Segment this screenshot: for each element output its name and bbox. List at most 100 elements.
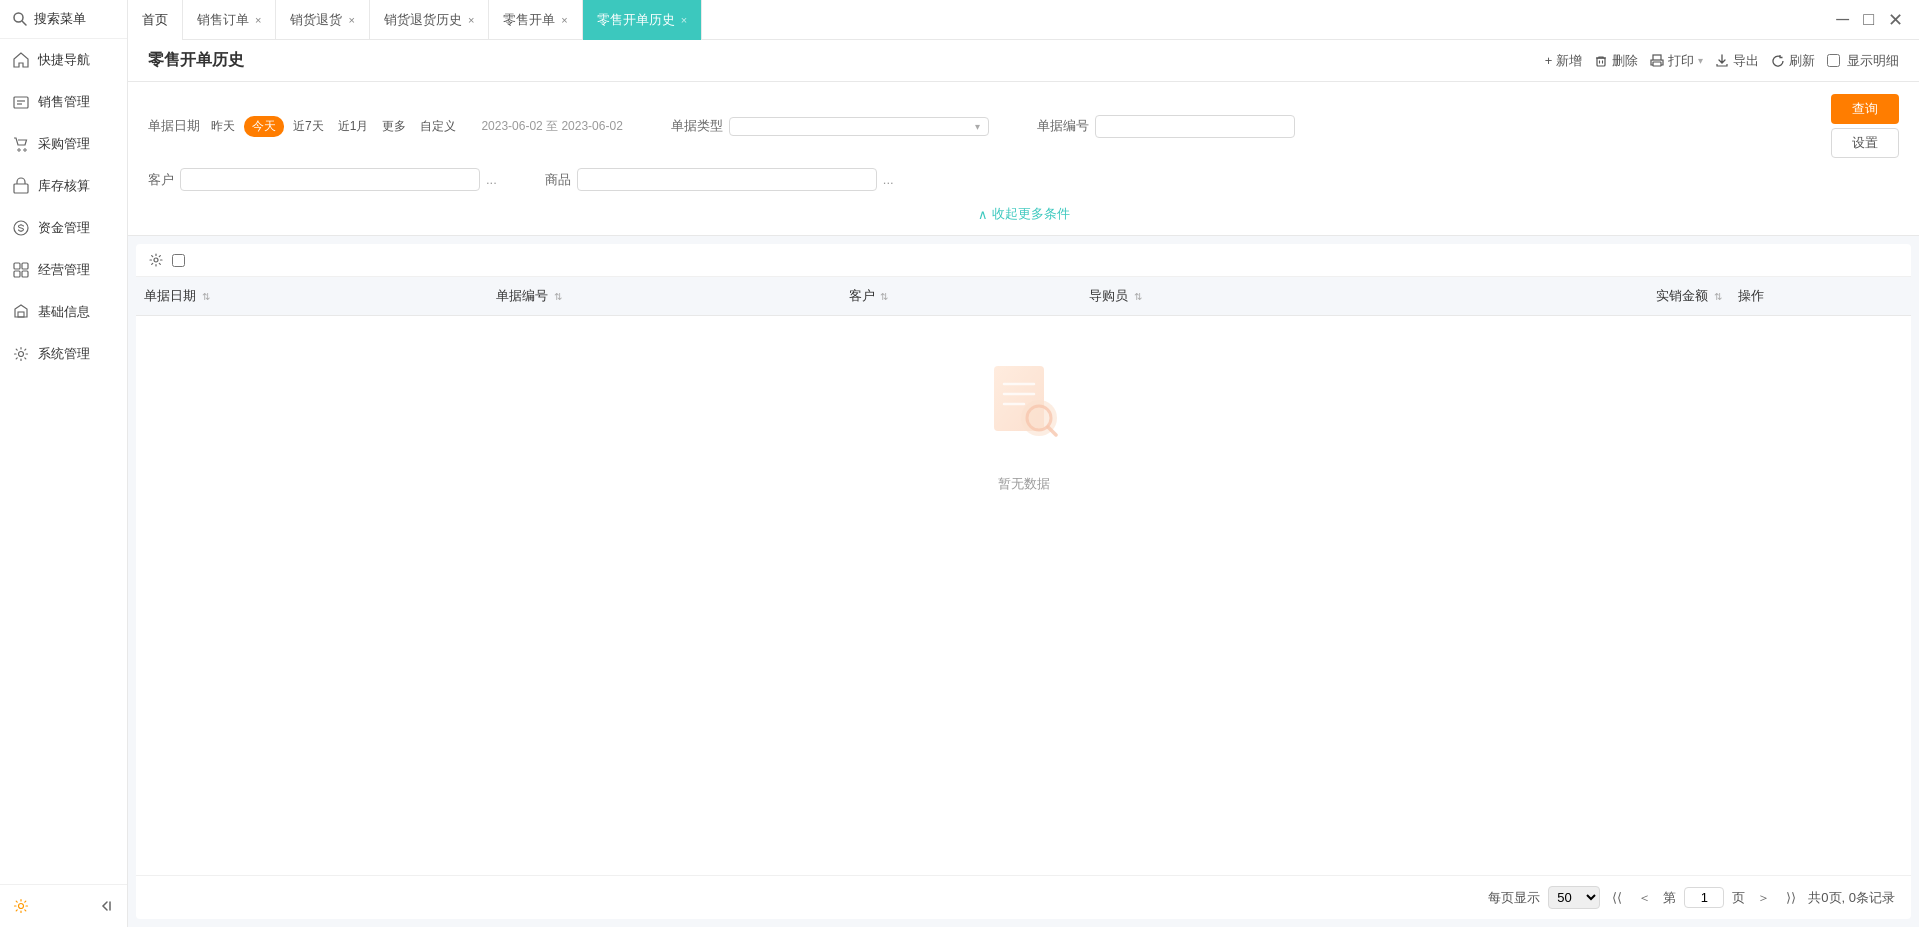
date-7days[interactable]: 近7天 — [288, 116, 329, 137]
select-all-checkbox[interactable] — [172, 254, 185, 267]
col-date-sort[interactable]: ⇅ — [202, 291, 210, 302]
print-button[interactable]: 打印 ▾ — [1650, 52, 1703, 70]
page-header: 零售开单历史 + 新增 删除 — [128, 40, 1919, 82]
first-page-btn[interactable]: ⟨⟨ — [1608, 888, 1626, 907]
inventory-icon — [12, 177, 30, 195]
page-label: 第 — [1663, 889, 1676, 907]
setting-button[interactable]: 设置 — [1831, 128, 1899, 158]
col-amount-label: 实销金额 — [1656, 288, 1708, 303]
minimize-button[interactable]: ─ — [1830, 9, 1855, 30]
page-actions: + 新增 删除 — [1545, 52, 1899, 70]
table-area: 单据日期 ⇅ 单据编号 ⇅ 客户 ⇅ — [136, 244, 1911, 919]
tab-sales-return[interactable]: 销货退货 × — [276, 0, 369, 40]
tab-retail-history[interactable]: 零售开单历史 × — [583, 0, 702, 40]
query-button[interactable]: 查询 — [1831, 94, 1899, 124]
tab-sales-return-close[interactable]: × — [348, 14, 354, 26]
tab-retail-history-close[interactable]: × — [681, 14, 687, 26]
date-options-group: 昨天 今天 近7天 近1月 更多 自定义 — [206, 116, 461, 137]
sidebar-search[interactable]: 搜索菜单 — [0, 0, 127, 39]
sidebar-label-sales: 销售管理 — [38, 93, 90, 111]
col-salesperson-sort[interactable]: ⇅ — [1134, 291, 1142, 302]
sidebar-item-quick-nav[interactable]: 快捷导航 — [0, 39, 127, 81]
collapse-sidebar-icon[interactable] — [97, 897, 115, 915]
type-filter-select[interactable]: ▾ — [729, 117, 989, 136]
type-filter-label: 单据类型 — [671, 117, 723, 135]
tab-sales-return-history[interactable]: 销货退货历史 × — [370, 0, 489, 40]
tab-retail-open[interactable]: 零售开单 × — [489, 0, 582, 40]
svg-rect-17 — [1597, 58, 1605, 66]
print-icon — [1650, 54, 1664, 68]
date-filter-label: 单据日期 — [148, 117, 200, 135]
refresh-button[interactable]: 刷新 — [1771, 52, 1815, 70]
delete-button[interactable]: 删除 — [1594, 52, 1638, 70]
maximize-button[interactable]: □ — [1857, 9, 1880, 30]
last-page-btn[interactable]: ⟩⟩ — [1782, 888, 1800, 907]
table-config-icon[interactable] — [148, 252, 164, 268]
tab-sales-order-close[interactable]: × — [255, 14, 261, 26]
sidebar-item-finance[interactable]: 资金管理 — [0, 207, 127, 249]
total-info: 共0页, 0条记录 — [1808, 889, 1895, 907]
goods-filter-field: 商品 ... — [545, 168, 894, 191]
svg-point-14 — [19, 352, 24, 357]
type-filter-field: 单据类型 ▾ — [671, 117, 989, 136]
table-header: 单据日期 ⇅ 单据编号 ⇅ 客户 ⇅ — [136, 277, 1911, 316]
empty-text: 暂无数据 — [998, 475, 1050, 493]
date-today[interactable]: 今天 — [244, 116, 284, 137]
tab-sales-return-label: 销货退货 — [290, 11, 342, 29]
col-number-sort[interactable]: ⇅ — [554, 291, 562, 302]
collapse-filter-btn[interactable]: ∧ 收起更多条件 — [148, 201, 1899, 227]
sidebar-item-operations[interactable]: 经营管理 — [0, 249, 127, 291]
goods-filter-dots[interactable]: ... — [883, 172, 894, 187]
goods-filter-input[interactable] — [577, 168, 877, 191]
sidebar-item-system[interactable]: 系统管理 — [0, 333, 127, 375]
type-dropdown-icon: ▾ — [975, 121, 980, 132]
sidebar-item-purchase[interactable]: 采购管理 — [0, 123, 127, 165]
settings-icon[interactable] — [12, 897, 30, 915]
date-1month[interactable]: 近1月 — [333, 116, 374, 137]
next-page-btn[interactable]: ＞ — [1753, 887, 1774, 909]
svg-line-1 — [23, 22, 27, 26]
collapse-filter-icon: ∧ — [978, 207, 988, 222]
display-detail-button[interactable]: 显示明细 — [1827, 52, 1899, 70]
date-custom[interactable]: 自定义 — [415, 116, 461, 137]
col-amount-sort[interactable]: ⇅ — [1714, 291, 1722, 302]
tab-retail-open-close[interactable]: × — [561, 14, 567, 26]
date-more[interactable]: 更多 — [377, 116, 411, 137]
tabs-bar: 首页 销售订单 × 销货退货 × 销货退货历史 × 零售开单 × 零售开单历史 … — [128, 0, 1919, 40]
col-salesperson-label: 导购员 — [1089, 288, 1128, 303]
add-button[interactable]: + 新增 — [1545, 52, 1582, 70]
number-filter-input[interactable] — [1095, 115, 1295, 138]
sidebar-footer — [0, 884, 127, 927]
svg-point-15 — [19, 904, 24, 909]
pagination: 每页显示 50 10 20 100 ⟨⟨ ＜ 第 页 ＞ ⟩⟩ 共0页, 0条记… — [136, 875, 1911, 919]
display-detail-checkbox[interactable] — [1827, 54, 1840, 67]
sidebar-nav: 快捷导航 销售管理 采购管理 库存核算 — [0, 39, 127, 884]
export-icon — [1715, 54, 1729, 68]
svg-rect-2 — [14, 97, 28, 108]
per-page-select[interactable]: 50 10 20 100 — [1548, 886, 1600, 909]
tab-home[interactable]: 首页 — [128, 0, 183, 40]
per-page-label: 每页显示 — [1488, 889, 1540, 907]
sidebar-item-inventory[interactable]: 库存核算 — [0, 165, 127, 207]
close-button[interactable]: ✕ — [1882, 9, 1909, 31]
number-filter-label: 单据编号 — [1037, 117, 1089, 135]
tab-sales-return-history-close[interactable]: × — [468, 14, 474, 26]
sidebar-item-base[interactable]: 基础信息 — [0, 291, 127, 333]
export-label: 导出 — [1733, 52, 1759, 70]
page-input[interactable] — [1684, 887, 1724, 908]
svg-rect-12 — [22, 271, 28, 277]
col-customer-sort[interactable]: ⇅ — [880, 291, 888, 302]
prev-page-btn[interactable]: ＜ — [1634, 887, 1655, 909]
col-amount: 实销金额 ⇅ — [1377, 277, 1729, 316]
print-dropdown-icon[interactable]: ▾ — [1698, 55, 1703, 66]
sidebar-item-sales[interactable]: 销售管理 — [0, 81, 127, 123]
col-date: 单据日期 ⇅ — [136, 277, 488, 316]
customer-filter-dots[interactable]: ... — [486, 172, 497, 187]
tab-sales-order-label: 销售订单 — [197, 11, 249, 29]
col-action-label: 操作 — [1738, 288, 1764, 303]
svg-rect-7 — [14, 184, 28, 193]
customer-filter-input[interactable] — [180, 168, 480, 191]
tab-sales-order[interactable]: 销售订单 × — [183, 0, 276, 40]
date-yesterday[interactable]: 昨天 — [206, 116, 240, 137]
export-button[interactable]: 导出 — [1715, 52, 1759, 70]
